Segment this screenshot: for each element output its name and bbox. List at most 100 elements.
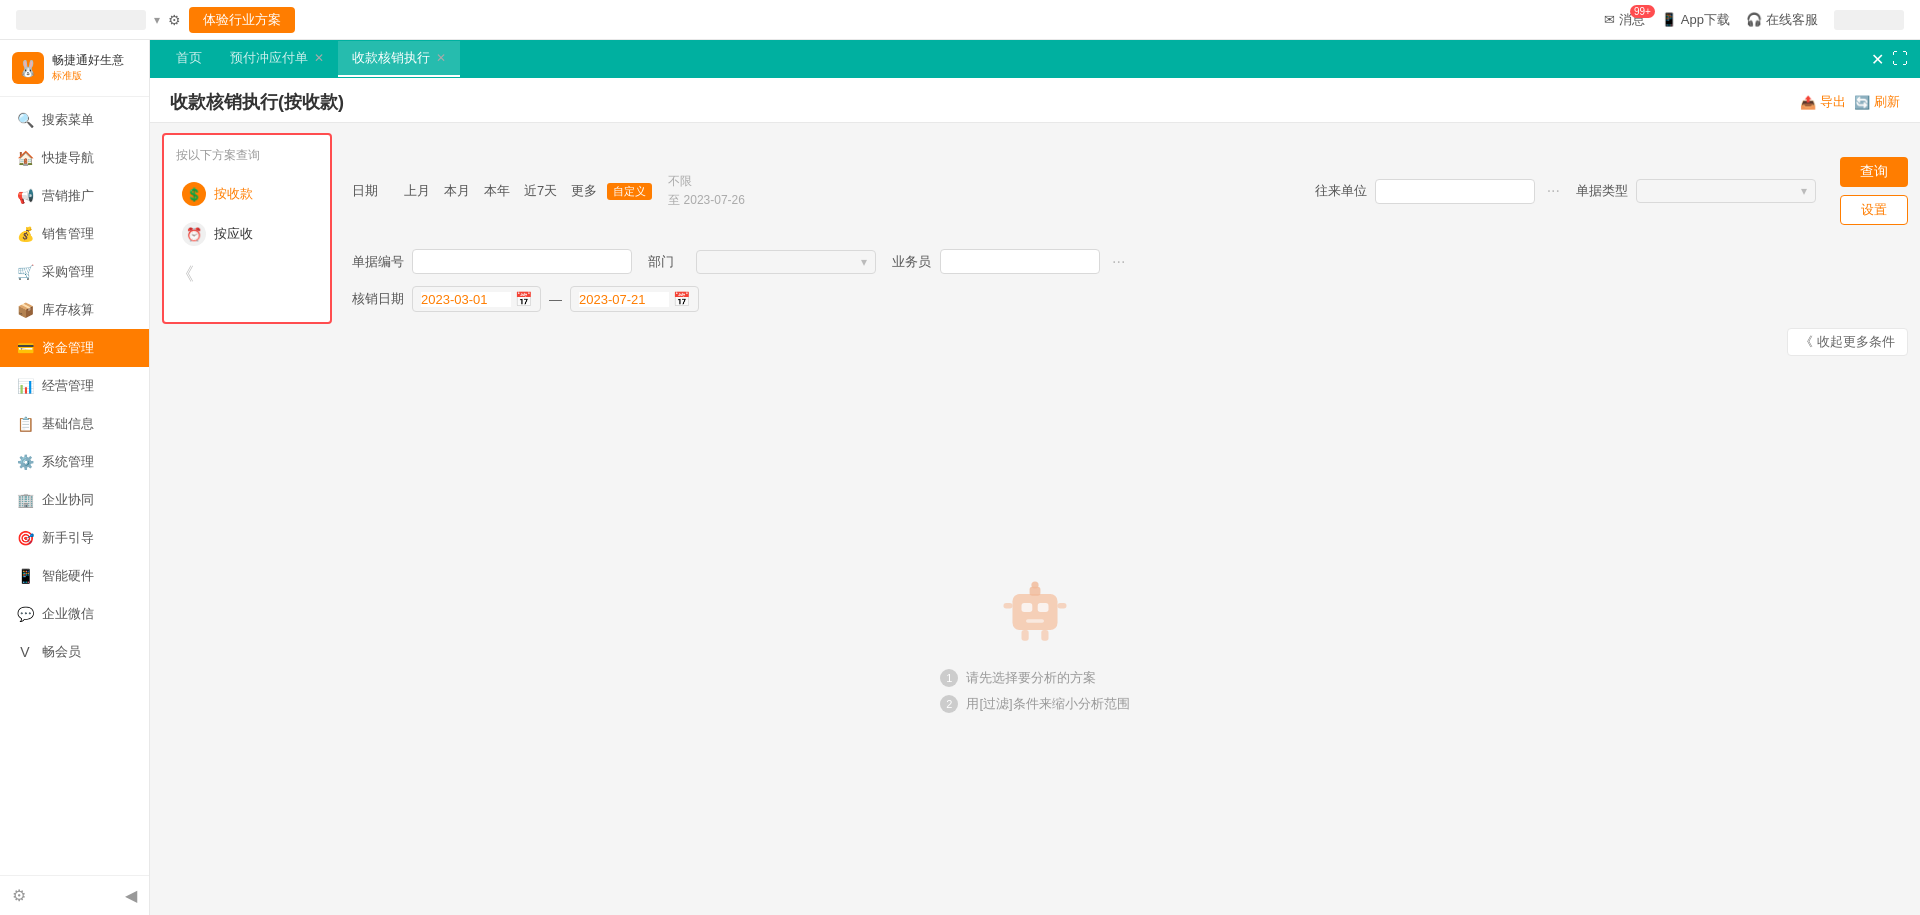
message-icon: ✉ [1604, 12, 1615, 27]
date-more[interactable]: 更多 [567, 180, 601, 202]
staff-more-icon[interactable]: ··· [1112, 253, 1125, 271]
doc-no-input[interactable] [412, 249, 632, 274]
hint-num-1: 1 [940, 669, 958, 687]
query-settings-col: 查询 设置 [1832, 145, 1908, 237]
writeoff-date-label: 核销日期 [352, 290, 404, 308]
filter-option-label-by-receivable: 按应收 [214, 225, 253, 243]
staff-label: 业务员 [892, 253, 932, 271]
close-tab-icon[interactable]: ✕ [1871, 50, 1884, 69]
date-field: 日期 上月 本月 本年 近7天 更多 自定义 [352, 180, 652, 202]
brand-chevron-icon[interactable]: ▾ [154, 13, 160, 27]
filter-sidebar-title: 按以下方案查询 [172, 147, 322, 164]
empty-hint-2: 2 用[过滤]条件来缩小分析范围 [940, 695, 1129, 713]
app-download-label: App下载 [1681, 11, 1730, 29]
search-label: 搜索菜单 [42, 111, 94, 129]
page-title-row: 收款核销执行(按收款) 📤 导出 🔄 刷新 [170, 90, 1900, 122]
sidebar-item-wechat[interactable]: 💬 企业微信 [0, 595, 149, 633]
doc-no-field: 单据编号 [352, 249, 632, 274]
doc-type-select[interactable]: ▾ [1636, 179, 1816, 203]
date-this-month[interactable]: 本月 [440, 180, 474, 202]
online-service-wrap[interactable]: 🎧 在线客服 [1746, 11, 1818, 29]
writeoff-end-calendar-icon[interactable]: 📅 [673, 291, 690, 307]
date-7days[interactable]: 近7天 [520, 180, 561, 202]
tab-collection[interactable]: 收款核销执行✕ [338, 41, 460, 77]
sidebar-item-purchase[interactable]: 🛒 采购管理 [0, 253, 149, 291]
solution-button[interactable]: 体验行业方案 [189, 7, 295, 33]
topbar-gear-icon[interactable]: ⚙ [168, 12, 181, 28]
refresh-button[interactable]: 🔄 刷新 [1854, 93, 1900, 111]
app-download-wrap[interactable]: 📱 App下载 [1661, 11, 1730, 29]
tab-prepay[interactable]: 预付冲应付单✕ [216, 41, 338, 77]
writeoff-start-wrap[interactable]: 📅 [412, 286, 541, 312]
messages-badge: 99+ [1630, 5, 1655, 18]
date-last-month[interactable]: 上月 [400, 180, 434, 202]
export-button[interactable]: 📤 导出 [1800, 93, 1846, 111]
filter-row-1: 日期 上月 本月 本年 近7天 更多 自定义 不限 [352, 145, 1908, 237]
filter-row-3: 核销日期 📅 — 📅 [352, 286, 1908, 312]
staff-input[interactable] [940, 249, 1100, 274]
date-custom-badge[interactable]: 自定义 [607, 183, 652, 200]
expand-tab-icon[interactable]: ⛶ [1892, 50, 1908, 68]
hint-num-2: 2 [940, 695, 958, 713]
writeoff-end-input[interactable] [579, 292, 669, 307]
sidebar-item-guide[interactable]: 🎯 新手引导 [0, 519, 149, 557]
doc-type-label: 单据类型 [1576, 182, 1628, 200]
query-button[interactable]: 查询 [1840, 157, 1908, 187]
counterpart-more-icon[interactable]: ··· [1547, 182, 1560, 200]
sidebar-item-finance[interactable]: 💳 资金管理 [0, 329, 149, 367]
filter-option-by-receivable[interactable]: ⏰ 按应收 [172, 214, 322, 254]
dept-chevron: ▾ [861, 255, 867, 269]
layout: 🐰 畅捷通好生意 标准版 🔍 搜索菜单 🏠 快捷导航 📢 营销推广 💰 销售管理… [0, 0, 1920, 915]
filter-option-by-receipt[interactable]: 💲 按收款 [172, 174, 322, 214]
user-area[interactable] [1834, 10, 1904, 30]
doc-no-label: 单据编号 [352, 253, 404, 271]
tab-bar-actions: ✕ ⛶ [1871, 50, 1908, 69]
sidebar-item-member[interactable]: V 畅会员 [0, 633, 149, 671]
search-icon: 🔍 [16, 112, 34, 128]
counterpart-input[interactable] [1375, 179, 1535, 204]
svg-rect-0 [1013, 594, 1058, 630]
dept-select[interactable]: ▾ [696, 250, 876, 274]
refresh-label: 刷新 [1874, 93, 1900, 111]
writeoff-start-calendar-icon[interactable]: 📅 [515, 291, 532, 307]
filter-collapse-icon[interactable]: 《 [172, 258, 322, 290]
finance-icon: 💳 [16, 340, 34, 356]
sidebar-item-enterprise[interactable]: 🏢 企业协同 [0, 481, 149, 519]
top-bar-left: ▾ ⚙ 体验行业方案 [16, 7, 1604, 33]
sidebar-item-system[interactable]: ⚙️ 系统管理 [0, 443, 149, 481]
top-bar: ▾ ⚙ 体验行业方案 ✉ 消息 99+ 📱 App下载 🎧 在线客服 [0, 0, 1920, 40]
hint-text-2: 用[过滤]条件来缩小分析范围 [966, 695, 1129, 713]
sidebar-item-search[interactable]: 🔍 搜索菜单 [0, 101, 149, 139]
settings-button[interactable]: 设置 [1840, 195, 1908, 225]
collapse-more-button[interactable]: 《 收起更多条件 [1787, 328, 1908, 356]
sidebar-item-sales[interactable]: 💰 销售管理 [0, 215, 149, 253]
writeoff-end-wrap[interactable]: 📅 [570, 286, 699, 312]
tab-close-prepay[interactable]: ✕ [314, 51, 324, 65]
logo-icon: 🐰 [12, 52, 44, 84]
svg-rect-8 [1022, 630, 1029, 641]
sidebar-bottom: ⚙ ◀ [0, 875, 149, 915]
top-bar-right: ✉ 消息 99+ 📱 App下载 🎧 在线客服 [1604, 10, 1904, 30]
date-label: 日期 [352, 182, 392, 200]
sidebar-collapse-icon[interactable]: ◀ [125, 886, 137, 905]
basic-info-icon: 📋 [16, 416, 34, 432]
sidebar-item-marketing[interactable]: 📢 营销推广 [0, 177, 149, 215]
sales-icon: 💰 [16, 226, 34, 242]
quick-nav-icon: 🏠 [16, 150, 34, 166]
collapse-more-row: 《 收起更多条件 [162, 324, 1908, 364]
page-header-actions: 📤 导出 🔄 刷新 [1800, 93, 1900, 111]
brand-area [16, 10, 146, 30]
sidebar-item-basic-info[interactable]: 📋 基础信息 [0, 405, 149, 443]
logo-text-wrap: 畅捷通好生意 标准版 [52, 53, 124, 83]
sidebar-item-management[interactable]: 📊 经营管理 [0, 367, 149, 405]
sidebar-item-inventory[interactable]: 📦 库存核算 [0, 291, 149, 329]
messages-wrap[interactable]: ✉ 消息 99+ [1604, 11, 1645, 29]
sidebar-item-hardware[interactable]: 📱 智能硬件 [0, 557, 149, 595]
date-this-year[interactable]: 本年 [480, 180, 514, 202]
sidebar-item-quick-nav[interactable]: 🏠 快捷导航 [0, 139, 149, 177]
svg-rect-1 [1022, 603, 1033, 612]
writeoff-start-input[interactable] [421, 292, 511, 307]
settings-icon[interactable]: ⚙ [12, 886, 26, 905]
tab-close-collection[interactable]: ✕ [436, 51, 446, 65]
tab-home[interactable]: 首页 [162, 41, 216, 77]
